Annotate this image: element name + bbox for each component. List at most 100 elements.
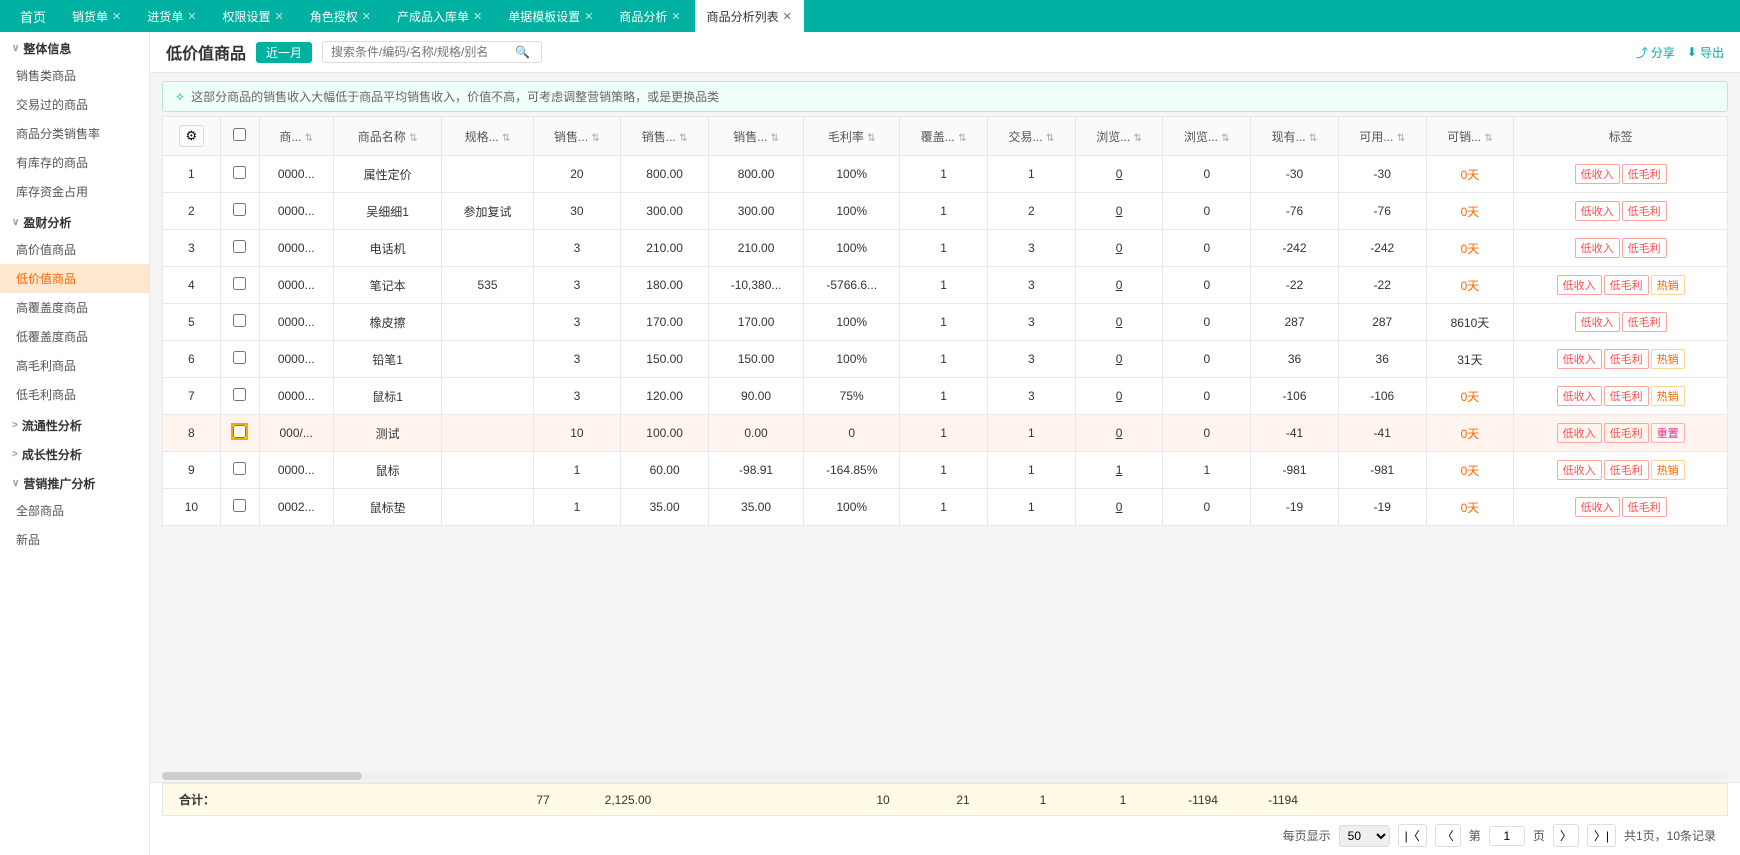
sidebar-item-traded-goods[interactable]: 交易过的商品 <box>0 90 149 119</box>
nav-goods-list[interactable]: 商品分析列表 ✕ <box>695 0 804 32</box>
th-code[interactable]: 商... ⇅ <box>259 117 333 156</box>
th-settings[interactable]: ⚙ <box>163 117 221 156</box>
nav-sales-close[interactable]: ✕ <box>112 10 121 23</box>
th-browse1[interactable]: 浏览... ⇅ <box>1075 117 1163 156</box>
th-coverage[interactable]: 覆盖... ⇅ <box>900 117 988 156</box>
th-sales-qty[interactable]: 销售... ⇅ <box>533 117 621 156</box>
sidebar-item-category-rate[interactable]: 商品分类销售率 <box>0 119 149 148</box>
cell-saleable: 0天 <box>1426 267 1514 304</box>
search-icon[interactable]: 🔍 <box>515 45 530 59</box>
browse1-link[interactable]: 0 <box>1116 352 1123 366</box>
nav-home[interactable]: 首页 <box>8 0 58 32</box>
browse1-link[interactable]: 0 <box>1116 241 1123 255</box>
nav-sales[interactable]: 销货单 ✕ <box>60 0 133 32</box>
th-current-stock[interactable]: 现有... ⇅ <box>1251 117 1339 156</box>
nav-role-close[interactable]: ✕ <box>362 10 371 23</box>
export-btn[interactable]: ⬇ 导出 <box>1687 44 1724 61</box>
cell-sales-amt: 170.00 <box>621 304 709 341</box>
nav-product-in[interactable]: 产成品入库单 ✕ <box>385 0 494 32</box>
row-checkbox[interactable] <box>233 203 246 216</box>
cell-sales-qty: 3 <box>533 304 621 341</box>
browse1-link[interactable]: 0 <box>1116 426 1123 440</box>
cell-name: 测试 <box>333 415 442 452</box>
row-checkbox[interactable] <box>233 166 246 179</box>
search-input[interactable] <box>331 45 511 59</box>
sidebar-item-low-margin[interactable]: 低毛利商品 <box>0 380 149 409</box>
sort-available-icon: ⇅ <box>1397 133 1405 144</box>
page-number-input[interactable] <box>1489 826 1525 846</box>
sidebar-item-sales-goods[interactable]: 销售类商品 <box>0 61 149 90</box>
row-checkbox[interactable] <box>233 425 246 438</box>
cell-checkbox <box>220 193 259 230</box>
nav-template[interactable]: 单据模板设置 ✕ <box>496 0 605 32</box>
page-size-select[interactable]: 50 100 200 <box>1339 825 1390 847</box>
row-checkbox[interactable] <box>233 351 246 364</box>
browse1-link[interactable]: 0 <box>1116 500 1123 514</box>
nav-perm-close[interactable]: ✕ <box>275 10 284 23</box>
chevron-down-icon-2: ∨ <box>12 217 19 228</box>
sidebar-item-high-coverage[interactable]: 高覆盖度商品 <box>0 293 149 322</box>
th-trade[interactable]: 交易... ⇅ <box>987 117 1075 156</box>
cell-available: -76 <box>1338 193 1426 230</box>
cell-current-stock: -106 <box>1251 378 1339 415</box>
th-gross-margin[interactable]: 毛利率 ⇅ <box>804 117 900 156</box>
th-saleable[interactable]: 可销... ⇅ <box>1426 117 1514 156</box>
row-checkbox[interactable] <box>233 462 246 475</box>
share-btn[interactable]: ⤴ 分享 <box>1636 44 1675 61</box>
row-checkbox[interactable] <box>233 314 246 327</box>
sidebar-item-high-margin[interactable]: 高毛利商品 <box>0 351 149 380</box>
browse1-link[interactable]: 1 <box>1116 463 1123 477</box>
table-row: 4 0000... 笔记本 535 3 180.00 -10,380... -5… <box>163 267 1728 304</box>
select-all-checkbox[interactable] <box>233 128 246 141</box>
browse1-link[interactable]: 0 <box>1116 278 1123 292</box>
th-sales-amt[interactable]: 销售... ⇅ <box>621 117 709 156</box>
sidebar-item-low-value[interactable]: 低价值商品 <box>0 264 149 293</box>
th-name[interactable]: 商品名称 ⇅ <box>333 117 442 156</box>
sidebar-item-low-coverage[interactable]: 低覆盖度商品 <box>0 322 149 351</box>
row-checkbox[interactable] <box>233 499 246 512</box>
nav-perm[interactable]: 权限设置 ✕ <box>210 0 295 32</box>
browse1-link[interactable]: 0 <box>1116 167 1123 181</box>
sidebar-item-stock-goods[interactable]: 有库存的商品 <box>0 148 149 177</box>
sort-coverage-icon: ⇅ <box>958 133 966 144</box>
browse1-link[interactable]: 0 <box>1116 204 1123 218</box>
filter-recent-month-btn[interactable]: 近一月 <box>256 42 312 63</box>
first-page-btn[interactable]: |〈 <box>1398 824 1427 847</box>
row-checkbox[interactable] <box>233 388 246 401</box>
sidebar-item-all-goods[interactable]: 全部商品 <box>0 496 149 525</box>
cell-browse1: 0 <box>1075 489 1163 526</box>
cell-sales-profit: 170.00 <box>708 304 803 341</box>
th-sales-profit[interactable]: 销售... ⇅ <box>708 117 803 156</box>
nav-role[interactable]: 角色授权 ✕ <box>298 0 383 32</box>
nav-product-in-close[interactable]: ✕ <box>473 10 482 23</box>
th-available[interactable]: 可用... ⇅ <box>1338 117 1426 156</box>
settings-gear-btn[interactable]: ⚙ <box>179 125 205 147</box>
row-checkbox[interactable] <box>233 240 246 253</box>
cell-sales-profit: -10,380... <box>708 267 803 304</box>
nav-purchase[interactable]: 进货单 ✕ <box>135 0 208 32</box>
total-sales-amt: 2,125.00 <box>583 793 673 807</box>
next-page-btn[interactable]: 〉 <box>1553 824 1579 847</box>
nav-goods-list-close[interactable]: ✕ <box>783 10 792 23</box>
th-browse2[interactable]: 浏览... ⇅ <box>1163 117 1251 156</box>
th-spec[interactable]: 规格... ⇅ <box>442 117 533 156</box>
prev-page-btn[interactable]: 〈 <box>1435 824 1461 847</box>
sidebar-item-stock-fund[interactable]: 库存资金占用 <box>0 177 149 206</box>
nav-goods-analysis-close[interactable]: ✕ <box>671 10 680 23</box>
cell-sales-qty: 3 <box>533 378 621 415</box>
scrollbar-thumb[interactable] <box>162 772 362 780</box>
browse1-link[interactable]: 0 <box>1116 389 1123 403</box>
row-checkbox[interactable] <box>233 277 246 290</box>
nav-template-close[interactable]: ✕ <box>584 10 593 23</box>
cell-checkbox <box>220 230 259 267</box>
sidebar-item-new-goods[interactable]: 新品 <box>0 525 149 554</box>
horizontal-scrollbar[interactable] <box>162 772 1728 780</box>
nav-purchase-close[interactable]: ✕ <box>187 10 196 23</box>
nav-goods-analysis[interactable]: 商品分析 ✕ <box>607 0 692 32</box>
cell-gross-margin: 100% <box>804 193 900 230</box>
last-page-btn[interactable]: 〉| <box>1587 824 1616 847</box>
cell-coverage: 1 <box>900 378 988 415</box>
cell-sales-profit: 300.00 <box>708 193 803 230</box>
browse1-link[interactable]: 0 <box>1116 315 1123 329</box>
sidebar-item-high-value[interactable]: 高价值商品 <box>0 235 149 264</box>
